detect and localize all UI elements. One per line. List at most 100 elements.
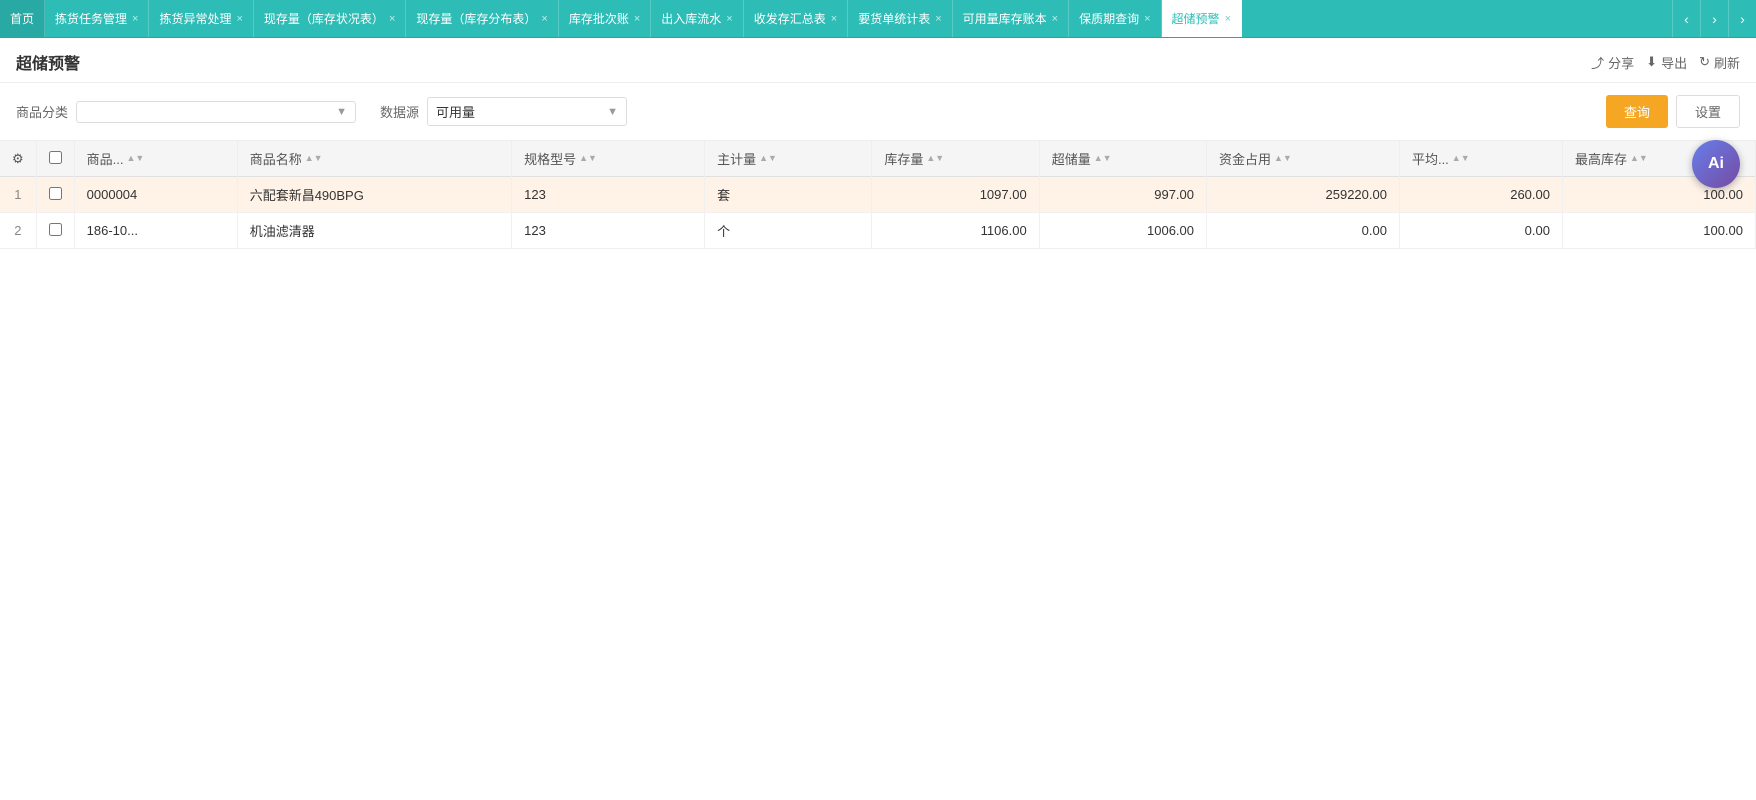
cell-capital: 259220.00 — [1207, 177, 1400, 213]
settings-button[interactable]: 设置 — [1676, 95, 1740, 128]
datasource-filter: 数据源 可用量 ▼ — [380, 97, 627, 126]
cell-overstock: 997.00 — [1039, 177, 1206, 213]
nav-tab-requisition[interactable]: 要货单统计表 × — [848, 0, 952, 37]
th-unit[interactable]: 主计量 ▲▼ — [705, 141, 872, 177]
cell-product-code: 186-10... — [74, 213, 237, 249]
sort-icon: ▲▼ — [305, 154, 323, 163]
filter-buttons: 查询 设置 — [1606, 95, 1740, 128]
row-number: 2 — [0, 213, 36, 249]
nav-tab-home[interactable]: 首页 — [0, 0, 45, 37]
filter-area: 商品分类 ▼ 数据源 可用量 ▼ 查询 设置 — [0, 83, 1756, 141]
table-row: 2 186-10... 机油滤清器 123 个 1106.00 1006.00 … — [0, 213, 1756, 249]
th-avg[interactable]: 平均... ▲▼ — [1399, 141, 1562, 177]
ai-assistant-button[interactable]: Ai — [1692, 140, 1740, 188]
close-icon[interactable]: × — [236, 13, 242, 25]
cell-capital: 0.00 — [1207, 213, 1400, 249]
table-row: 1 0000004 六配套新昌490BPG 123 套 1097.00 997.… — [0, 177, 1756, 213]
cell-avg: 0.00 — [1399, 213, 1562, 249]
nav-prev-button[interactable]: ‹ — [1672, 0, 1700, 38]
th-capital[interactable]: 资金占用 ▲▼ — [1207, 141, 1400, 177]
close-icon[interactable]: × — [726, 13, 732, 25]
close-icon[interactable]: × — [389, 13, 395, 25]
category-label: 商品分类 — [16, 102, 68, 121]
query-button[interactable]: 查询 — [1606, 95, 1668, 128]
sort-icon: ▲▼ — [1452, 154, 1470, 163]
sort-icon: ▲▼ — [1274, 154, 1292, 163]
data-table: ⚙ 商品... ▲▼ 商品名称 ▲▼ — [0, 141, 1756, 249]
sort-icon: ▲▼ — [1630, 154, 1648, 163]
cell-max-stock: 100.00 — [1562, 213, 1755, 249]
select-all-checkbox[interactable] — [49, 151, 62, 164]
sort-icon: ▲▼ — [127, 154, 145, 163]
nav-tab-task[interactable]: 拣货任务管理 × — [45, 0, 149, 37]
top-navigation: 首页 拣货任务管理 × 拣货异常处理 × 现存量（库存状况表） × 现存量（库存… — [0, 0, 1756, 38]
nav-tab-inventory-dist[interactable]: 现存量（库存分布表） × — [406, 0, 558, 37]
export-button[interactable]: ⬇ 导出 — [1646, 53, 1687, 72]
cell-product-code: 0000004 — [74, 177, 237, 213]
sort-icon: ▲▼ — [759, 154, 777, 163]
cell-product-name: 机油滤清器 — [237, 213, 511, 249]
header-actions: ⤴ 分享 ⬇ 导出 ↻ 刷新 — [1591, 53, 1740, 72]
share-button[interactable]: ⤴ 分享 — [1591, 53, 1634, 72]
datasource-select[interactable]: 可用量 ▼ — [427, 97, 627, 126]
table-area: ⚙ 商品... ▲▼ 商品名称 ▲▼ — [0, 141, 1756, 249]
sort-icon: ▲▼ — [1094, 154, 1112, 163]
nav-tab-quality[interactable]: 保质期查询 × — [1069, 0, 1161, 37]
category-filter: 商品分类 ▼ — [16, 101, 356, 123]
cell-stock: 1097.00 — [872, 177, 1039, 213]
close-icon[interactable]: × — [1225, 13, 1231, 25]
th-product-name[interactable]: 商品名称 ▲▼ — [237, 141, 511, 177]
nav-more-button[interactable]: › — [1728, 0, 1756, 38]
cell-overstock: 1006.00 — [1039, 213, 1206, 249]
nav-tab-batch[interactable]: 库存批次账 × — [559, 0, 651, 37]
nav-next-button[interactable]: › — [1700, 0, 1728, 38]
nav-tab-flow[interactable]: 出入库流水 × — [651, 0, 743, 37]
cell-unit: 个 — [705, 213, 872, 249]
th-settings: ⚙ — [0, 141, 36, 177]
row-checkbox-cell — [36, 213, 74, 249]
refresh-button[interactable]: ↻ 刷新 — [1699, 53, 1740, 72]
cell-product-name: 六配套新昌490BPG — [237, 177, 511, 213]
sort-icon: ▲▼ — [926, 154, 944, 163]
th-checkbox — [36, 141, 74, 177]
cell-stock: 1106.00 — [872, 213, 1039, 249]
row-number: 1 — [0, 177, 36, 213]
nav-tab-inventory-status[interactable]: 现存量（库存状况表） × — [254, 0, 406, 37]
page-title: 超储预警 — [16, 50, 80, 74]
export-icon: ⬇ — [1646, 54, 1657, 70]
page-container: 超储预警 ⤴ 分享 ⬇ 导出 ↻ 刷新 商品分类 ▼ 数据源 — [0, 38, 1756, 800]
cell-unit: 套 — [705, 177, 872, 213]
close-icon[interactable]: × — [935, 13, 941, 25]
close-icon[interactable]: × — [831, 13, 837, 25]
row-checkbox-cell — [36, 177, 74, 213]
cell-spec: 123 — [512, 213, 705, 249]
close-icon[interactable]: × — [1052, 13, 1058, 25]
close-icon[interactable]: × — [1144, 13, 1150, 25]
page-header: 超储预警 ⤴ 分享 ⬇ 导出 ↻ 刷新 — [0, 38, 1756, 83]
close-icon[interactable]: × — [541, 13, 547, 25]
th-product-code[interactable]: 商品... ▲▼ — [74, 141, 237, 177]
chevron-down-icon: ▼ — [607, 106, 618, 118]
nav-arrows: ‹ › › — [1672, 0, 1756, 38]
nav-tab-summary[interactable]: 收发存汇总表 × — [744, 0, 848, 37]
datasource-select-value: 可用量 — [436, 102, 475, 121]
th-spec[interactable]: 规格型号 ▲▼ — [512, 141, 705, 177]
chevron-down-icon: ▼ — [336, 106, 347, 118]
nav-tab-exception[interactable]: 拣货异常处理 × — [149, 0, 253, 37]
th-stock[interactable]: 库存量 ▲▼ — [872, 141, 1039, 177]
row-checkbox[interactable] — [49, 187, 62, 200]
close-icon[interactable]: × — [132, 13, 138, 25]
gear-icon[interactable]: ⚙ — [12, 151, 24, 166]
cell-spec: 123 — [512, 177, 705, 213]
cell-avg: 260.00 — [1399, 177, 1562, 213]
close-icon[interactable]: × — [634, 13, 640, 25]
refresh-icon: ↻ — [1699, 54, 1710, 70]
share-icon: ⤴ — [1591, 53, 1604, 72]
th-overstock[interactable]: 超储量 ▲▼ — [1039, 141, 1206, 177]
nav-tab-available[interactable]: 可用量库存账本 × — [953, 0, 1069, 37]
nav-tab-overstock[interactable]: 超储预警 × — [1162, 0, 1242, 37]
datasource-label: 数据源 — [380, 102, 419, 121]
table-header-row: ⚙ 商品... ▲▼ 商品名称 ▲▼ — [0, 141, 1756, 177]
category-select[interactable]: ▼ — [76, 101, 356, 123]
row-checkbox[interactable] — [49, 223, 62, 236]
